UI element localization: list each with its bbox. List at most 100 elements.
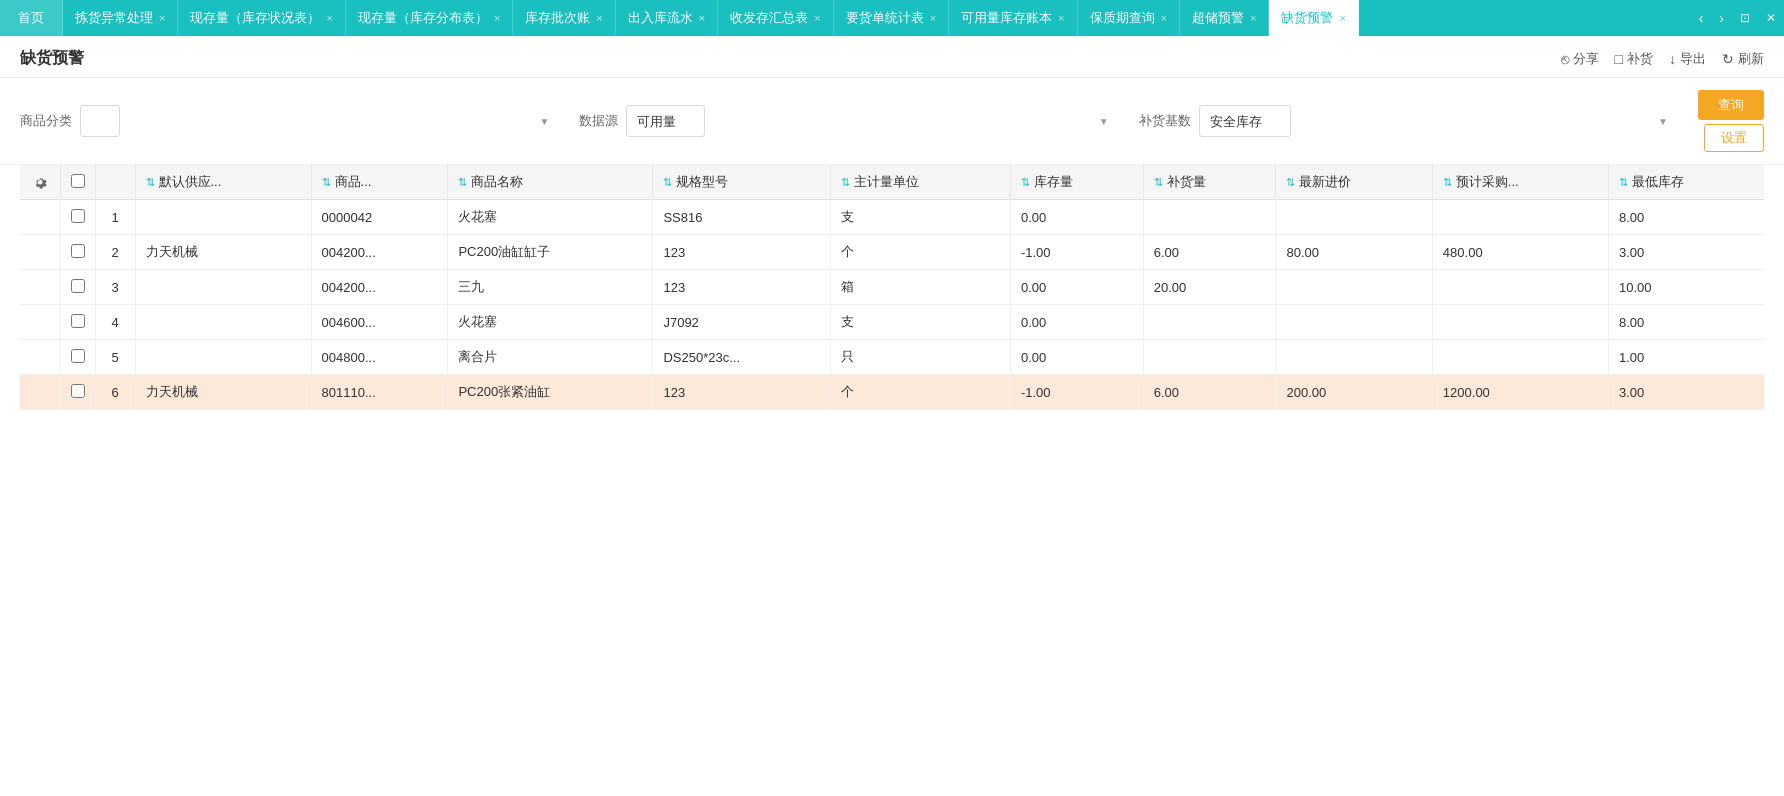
tab-overstock-label: 超储预警 xyxy=(1192,9,1244,27)
datasource-filter-label: 数据源 xyxy=(579,112,618,130)
row-checkbox-5[interactable] xyxy=(71,384,85,398)
row-settings-2 xyxy=(20,270,60,305)
row-code-4: 004800... xyxy=(311,340,448,375)
row-checkbox-0[interactable] xyxy=(71,209,85,223)
datasource-select[interactable]: 可用量 xyxy=(626,105,705,137)
close-overstock-icon[interactable]: × xyxy=(1250,12,1256,24)
th-replenish[interactable]: ⇅ 补货量 xyxy=(1143,165,1276,200)
page-header: 缺货预警 ⎋ 分享 □ 补货 ↓ 导出 ↻ 刷新 xyxy=(0,36,1784,78)
sort-code-icon: ⇅ xyxy=(322,176,331,189)
th-latest-price[interactable]: ⇅ 最新进价 xyxy=(1276,165,1432,200)
tab-inventory-status[interactable]: 现存量（库存状况表） × xyxy=(178,0,345,36)
tab-expiry[interactable]: 保质期查询 × xyxy=(1078,0,1180,36)
th-settings xyxy=(20,165,60,200)
th-supplier[interactable]: ⇅ 默认供应... xyxy=(135,165,311,200)
row-checkbox-4[interactable] xyxy=(71,349,85,363)
row-spec-0: SS816 xyxy=(653,200,831,235)
close-inventory-dist-icon[interactable]: × xyxy=(494,12,500,24)
row-code-3: 004600... xyxy=(311,305,448,340)
th-est-purchase[interactable]: ⇅ 预计采购... xyxy=(1432,165,1608,200)
th-unit[interactable]: ⇅ 主计量单位 xyxy=(830,165,1010,200)
row-est-purchase-3 xyxy=(1432,305,1608,340)
tab-home[interactable]: 首页 xyxy=(0,0,63,36)
th-num xyxy=(95,165,135,200)
replenish-base-select[interactable]: 安全库存 xyxy=(1199,105,1291,137)
refresh-button[interactable]: ↻ 刷新 xyxy=(1722,50,1764,68)
close-exception-icon[interactable]: × xyxy=(159,12,165,24)
row-checkbox-cell-3 xyxy=(60,305,95,340)
share-button[interactable]: ⎋ 分享 xyxy=(1561,50,1599,68)
th-code[interactable]: ⇅ 商品... xyxy=(311,165,448,200)
replenish-button[interactable]: □ 补货 xyxy=(1615,50,1653,68)
replenish-label: 补货 xyxy=(1627,50,1653,68)
tab-exception[interactable]: 拣货异常处理 × xyxy=(63,0,178,36)
tab-inventory-dist[interactable]: 现存量（库存分布表） × xyxy=(346,0,513,36)
table-row: 1 0000042 火花塞 SS816 支 0.00 8.00 xyxy=(20,200,1764,235)
sort-stock-icon: ⇅ xyxy=(1021,176,1030,189)
row-replenish-1: 6.00 xyxy=(1143,235,1276,270)
tab-inventory-status-label: 现存量（库存状况表） xyxy=(190,9,320,27)
query-button[interactable]: 查询 xyxy=(1698,90,1764,120)
close-expiry-icon[interactable]: × xyxy=(1161,12,1167,24)
tab-collect-summary[interactable]: 收发存汇总表 × xyxy=(718,0,833,36)
row-num-3: 4 xyxy=(95,305,135,340)
nav-prev-button[interactable]: ‹ xyxy=(1691,10,1712,26)
close-inout-flow-icon[interactable]: × xyxy=(699,12,705,24)
close-inventory-status-icon[interactable]: × xyxy=(326,12,332,24)
category-filter-label: 商品分类 xyxy=(20,112,72,130)
row-code-2: 004200... xyxy=(311,270,448,305)
close-shortage-icon[interactable]: × xyxy=(1339,12,1345,24)
th-min-stock-label: 最低库存 xyxy=(1632,173,1684,191)
replenish-icon: □ xyxy=(1615,51,1623,67)
row-min-stock-2: 10.00 xyxy=(1608,270,1764,305)
th-min-stock[interactable]: ⇅ 最低库存 xyxy=(1608,165,1764,200)
tab-available-ledger-label: 可用量库存账本 xyxy=(961,9,1052,27)
th-unit-label: 主计量单位 xyxy=(854,173,919,191)
table-body: 1 0000042 火花塞 SS816 支 0.00 8.00 2 力天机械 0… xyxy=(20,200,1764,410)
tab-inventory-dist-label: 现存量（库存分布表） xyxy=(358,9,488,27)
row-name-5: PC200张紧油缸 xyxy=(448,375,653,410)
row-est-purchase-4 xyxy=(1432,340,1608,375)
settings-button[interactable]: 设置 xyxy=(1704,124,1764,152)
row-supplier-1: 力天机械 xyxy=(135,235,311,270)
nav-arrows: ‹ › ⊡ ✕ xyxy=(1691,10,1784,26)
row-checkbox-1[interactable] xyxy=(71,244,85,258)
row-checkbox-3[interactable] xyxy=(71,314,85,328)
row-spec-2: 123 xyxy=(653,270,831,305)
table-settings-icon[interactable] xyxy=(32,174,48,190)
row-unit-5: 个 xyxy=(830,375,1010,410)
row-latest-price-0 xyxy=(1276,200,1432,235)
tab-available-ledger[interactable]: 可用量库存账本 × xyxy=(949,0,1077,36)
export-label: 导出 xyxy=(1680,50,1706,68)
sort-name-icon: ⇅ xyxy=(458,176,467,189)
nav-next-button[interactable]: › xyxy=(1711,10,1732,26)
tab-shortage[interactable]: 缺货预警 × xyxy=(1269,0,1358,36)
row-num-5: 6 xyxy=(95,375,135,410)
tab-overstock[interactable]: 超储预警 × xyxy=(1180,0,1269,36)
row-min-stock-4: 1.00 xyxy=(1608,340,1764,375)
category-select[interactable] xyxy=(80,105,120,137)
tab-batch[interactable]: 库存批次账 × xyxy=(513,0,615,36)
row-replenish-2: 20.00 xyxy=(1143,270,1276,305)
export-button[interactable]: ↓ 导出 xyxy=(1669,50,1706,68)
close-order-stats-icon[interactable]: × xyxy=(930,12,936,24)
header-actions: ⎋ 分享 □ 补货 ↓ 导出 ↻ 刷新 xyxy=(1561,50,1764,68)
row-est-purchase-2 xyxy=(1432,270,1608,305)
top-nav: 首页 拣货异常处理 × 现存量（库存状况表） × 现存量（库存分布表） × 库存… xyxy=(0,0,1784,36)
th-stock[interactable]: ⇅ 库存量 xyxy=(1010,165,1143,200)
table-container: ⇅ 默认供应... ⇅ 商品... ⇅ 商品名称 xyxy=(0,165,1784,410)
nav-restore-button[interactable]: ⊡ xyxy=(1732,11,1758,25)
row-spec-3: J7092 xyxy=(653,305,831,340)
select-all-checkbox[interactable] xyxy=(71,174,85,188)
tab-inout-flow[interactable]: 出入库流水 × xyxy=(616,0,718,36)
nav-close-button[interactable]: ✕ xyxy=(1758,11,1784,25)
close-batch-icon[interactable]: × xyxy=(596,12,602,24)
th-spec[interactable]: ⇅ 规格型号 xyxy=(653,165,831,200)
th-name[interactable]: ⇅ 商品名称 xyxy=(448,165,653,200)
close-collect-summary-icon[interactable]: × xyxy=(814,12,820,24)
row-stock-0: 0.00 xyxy=(1010,200,1143,235)
close-available-ledger-icon[interactable]: × xyxy=(1058,12,1064,24)
row-checkbox-2[interactable] xyxy=(71,279,85,293)
tab-order-stats[interactable]: 要货单统计表 × xyxy=(834,0,949,36)
tab-collect-summary-label: 收发存汇总表 xyxy=(730,9,808,27)
